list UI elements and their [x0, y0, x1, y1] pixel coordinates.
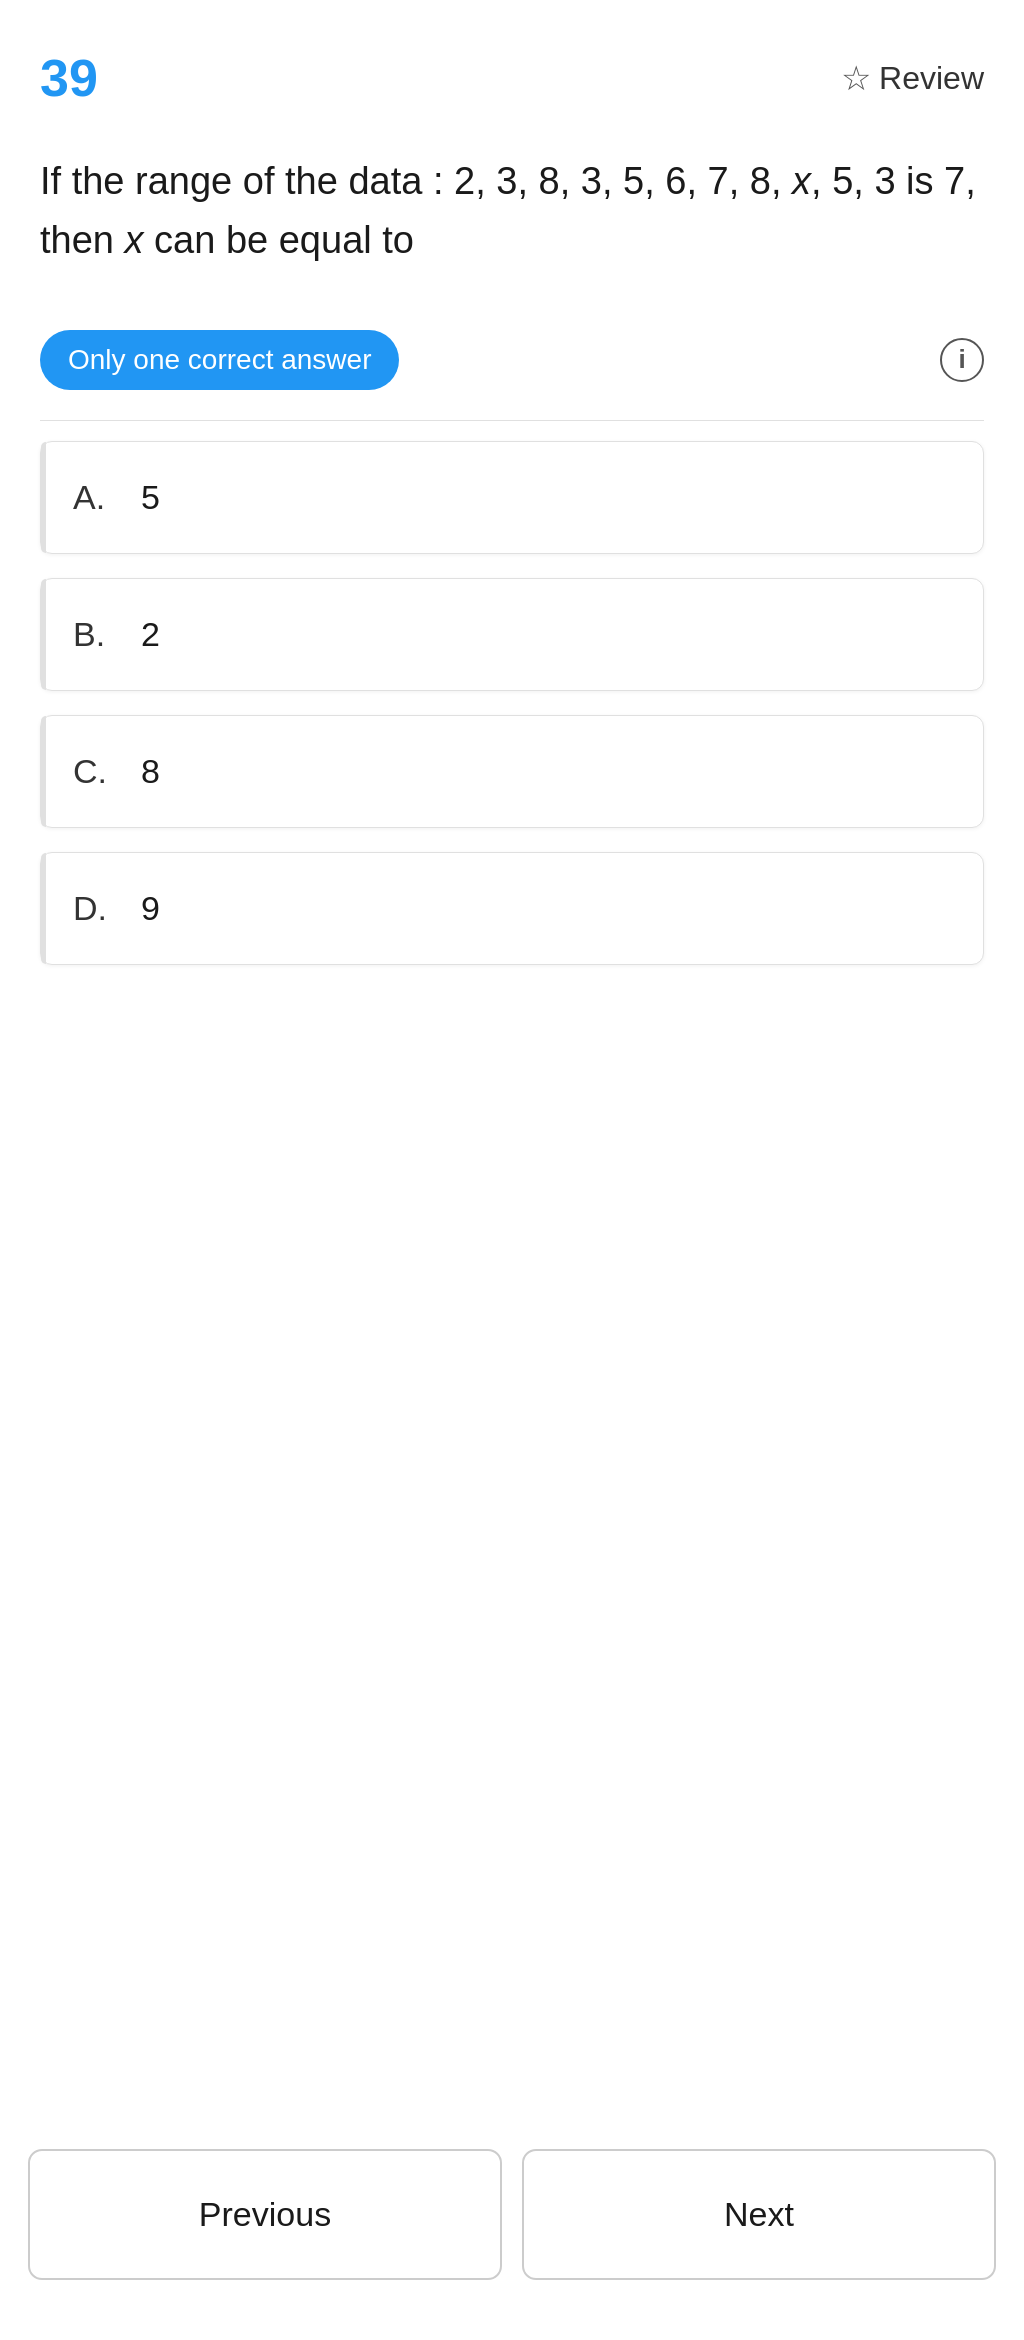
review-button[interactable]: ☆ Review: [841, 58, 984, 98]
star-icon: ☆: [841, 58, 871, 98]
bottom-nav: Previous Next: [0, 2149, 1024, 2280]
question-text: If the range of the data : 2, 3, 8, 3, 5…: [0, 132, 1024, 310]
option-d-label: D.: [73, 889, 113, 928]
answer-type-section: Only one correct answer i: [0, 310, 1024, 420]
option-b[interactable]: B. 2: [40, 578, 984, 691]
question-number: 39: [40, 48, 98, 108]
options-section: A. 5 B. 2 C. 8 D. 9: [0, 421, 1024, 985]
page-container: 39 ☆ Review If the range of the data : 2…: [0, 0, 1024, 2340]
header: 39 ☆ Review: [0, 0, 1024, 132]
option-b-value: 2: [141, 615, 160, 654]
info-icon[interactable]: i: [940, 338, 984, 382]
next-button[interactable]: Next: [522, 2149, 996, 2280]
option-c-value: 8: [141, 752, 160, 791]
review-label: Review: [879, 60, 984, 97]
option-d-value: 9: [141, 889, 160, 928]
variable-x-1: x: [792, 160, 811, 202]
option-c-label: C.: [73, 752, 113, 791]
answer-type-badge: Only one correct answer: [40, 330, 399, 390]
option-b-label: B.: [73, 615, 113, 654]
option-a[interactable]: A. 5: [40, 441, 984, 554]
previous-button[interactable]: Previous: [28, 2149, 502, 2280]
option-d[interactable]: D. 9: [40, 852, 984, 965]
variable-x-2: x: [125, 219, 144, 261]
option-c[interactable]: C. 8: [40, 715, 984, 828]
option-a-value: 5: [141, 478, 160, 517]
option-a-label: A.: [73, 478, 113, 517]
